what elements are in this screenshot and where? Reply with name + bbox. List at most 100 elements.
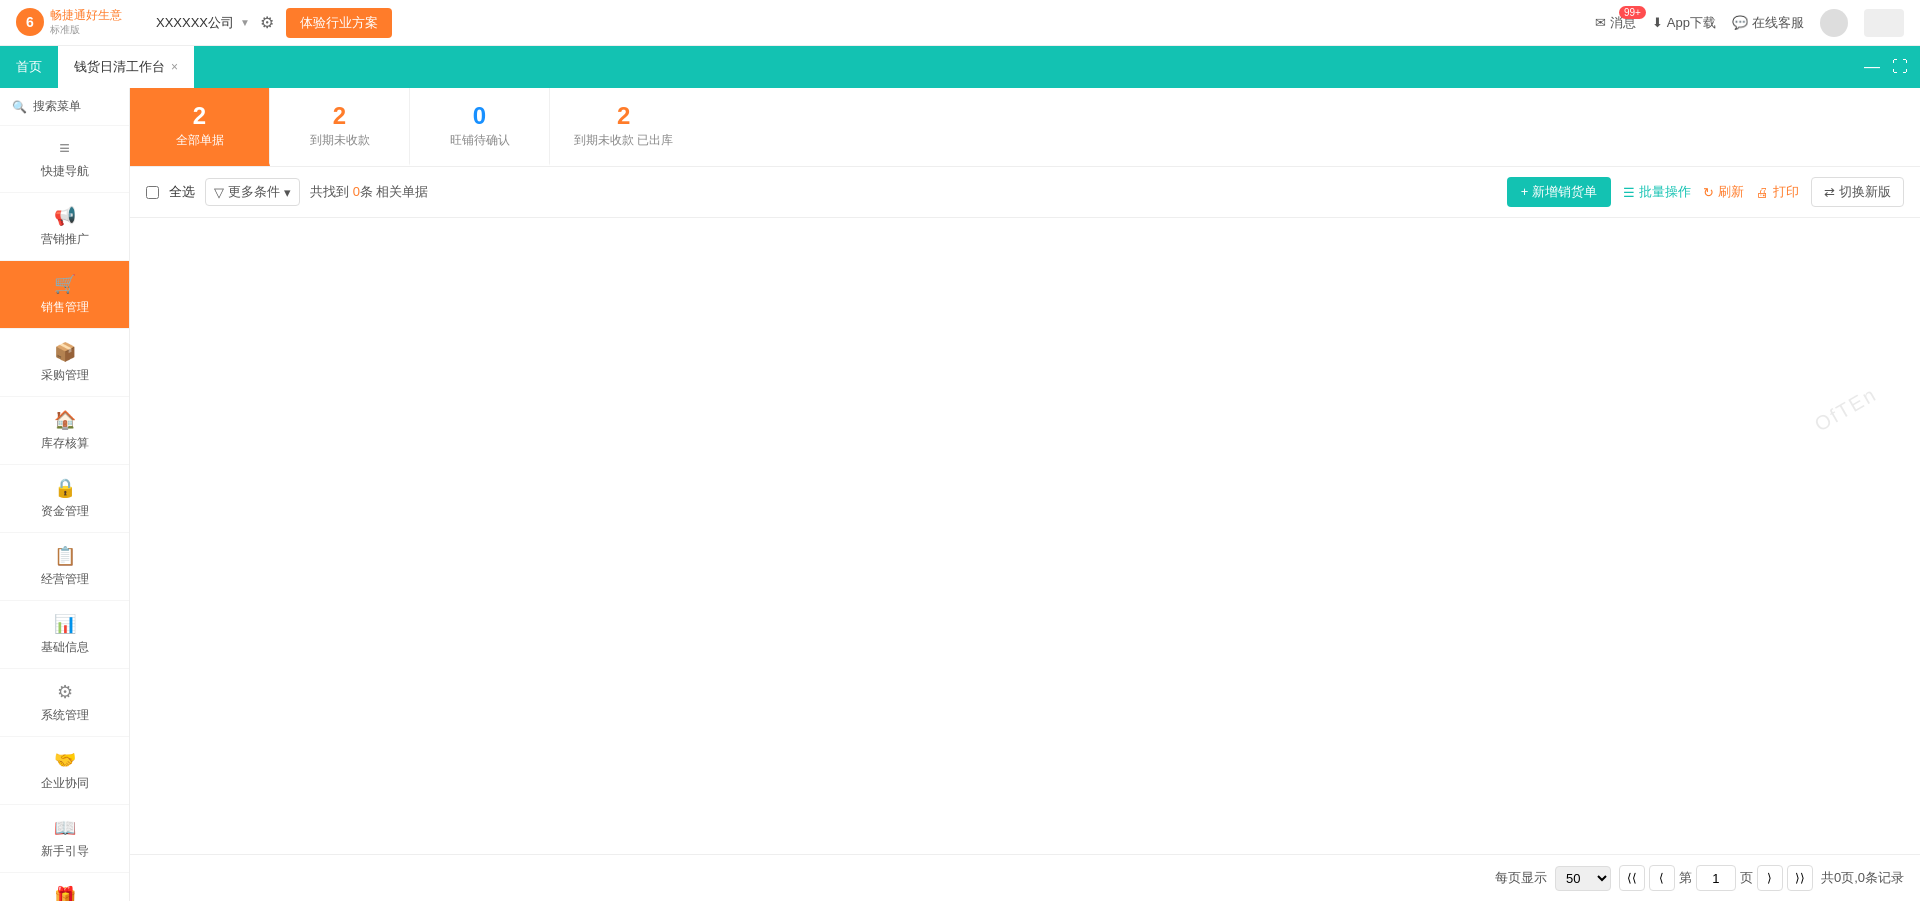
stat-wangpu-confirm-label: 旺铺待确认 bbox=[434, 132, 525, 149]
logo-name: 畅捷通好生意 bbox=[50, 8, 122, 22]
sidebar-search[interactable]: 🔍 搜索菜单 bbox=[0, 88, 129, 126]
page-suffix: 页 bbox=[1740, 869, 1753, 887]
stat-overdue-out[interactable]: 2 到期未收款 已出库 bbox=[550, 88, 697, 166]
switch-label: 切换新版 bbox=[1839, 183, 1891, 201]
new-sales-btn[interactable]: + 新增销货单 bbox=[1507, 177, 1611, 207]
page-prefix: 第 bbox=[1679, 869, 1692, 887]
per-page-select[interactable]: 50 20 100 bbox=[1555, 866, 1611, 891]
page-prev-btn[interactable]: ⟨ bbox=[1649, 865, 1675, 891]
stat-overdue-unpaid-num: 2 bbox=[294, 102, 385, 130]
page-next-btn[interactable]: ⟩ bbox=[1757, 865, 1783, 891]
refresh-icon: ↻ bbox=[1703, 185, 1714, 200]
finance-icon: 🔒 bbox=[54, 477, 76, 499]
sidebar-item-enterprise[interactable]: 🤝 企业协同 bbox=[0, 737, 129, 805]
page-input[interactable] bbox=[1696, 865, 1736, 891]
stat-overdue-out-num: 2 bbox=[574, 102, 673, 130]
guide-icon: 📖 bbox=[54, 817, 76, 839]
footer-bar: 每页显示 50 20 100 ⟨⟨ ⟨ 第 页 ⟩ ⟩⟩ 共0页,0条记录 bbox=[130, 854, 1920, 901]
tab-expand-icon[interactable]: ⛶ bbox=[1888, 54, 1912, 80]
sidebar-item-label: 快捷导航 bbox=[41, 163, 89, 180]
inventory-icon: 🏠 bbox=[54, 409, 76, 431]
tab-home[interactable]: 首页 bbox=[0, 46, 58, 88]
sidebar-item-label: 采购管理 bbox=[41, 367, 89, 384]
sidebar-item-quick-nav[interactable]: ≡ 快捷导航 bbox=[0, 126, 129, 193]
total-records: 共0页,0条记录 bbox=[1821, 869, 1904, 887]
sidebar-item-inventory[interactable]: 🏠 库存核算 bbox=[0, 397, 129, 465]
logo-tag: 标准版 bbox=[50, 23, 122, 37]
table-area: OfTEn bbox=[130, 218, 1920, 854]
select-all-checkbox[interactable] bbox=[146, 186, 159, 199]
sidebar-item-label: 资金管理 bbox=[41, 503, 89, 520]
user-name-area bbox=[1864, 9, 1904, 37]
basic-info-icon: 📊 bbox=[54, 613, 76, 635]
batch-btn[interactable]: ☰ 批量操作 bbox=[1623, 183, 1691, 201]
batch-icon: ☰ bbox=[1623, 185, 1635, 200]
filter-dropdown-icon: ▾ bbox=[284, 185, 291, 200]
stat-overdue-out-label: 到期未收款 已出库 bbox=[574, 132, 673, 149]
tab-close-icon[interactable]: × bbox=[171, 60, 178, 74]
per-page-label: 每页显示 bbox=[1495, 869, 1547, 887]
sidebar-search-label: 搜索菜单 bbox=[33, 98, 81, 115]
sidebar-item-label: 基础信息 bbox=[41, 639, 89, 656]
company-name: XXXXXX公司 bbox=[156, 14, 234, 32]
messages-badge: 99+ bbox=[1619, 6, 1646, 19]
content-area: 2 全部单据 2 到期未收款 0 旺铺待确认 2 到期未收款 已出库 全选 ▽ … bbox=[130, 88, 1920, 901]
toolbar-count: 共找到 0条 相关单据 bbox=[310, 183, 428, 201]
refresh-btn[interactable]: ↻ 刷新 bbox=[1703, 183, 1744, 201]
online-service-btn[interactable]: 💬 在线客服 bbox=[1732, 14, 1804, 32]
nav-tabs: 首页 钱货日清工作台 × — ⛶ bbox=[0, 46, 1920, 88]
sidebar-item-finance[interactable]: 🔒 资金管理 bbox=[0, 465, 129, 533]
toolbar-row: 全选 ▽ 更多条件 ▾ 共找到 0条 相关单据 + 新增销货单 ☰ 批量操作 ↻… bbox=[130, 167, 1920, 218]
tab-minimize-icon[interactable]: — bbox=[1860, 54, 1884, 80]
select-all-label: 全选 bbox=[169, 183, 195, 201]
settings-icon[interactable]: ⚙ bbox=[260, 13, 274, 32]
page-nav: ⟨⟨ ⟨ 第 页 ⟩ ⟩⟩ bbox=[1619, 865, 1813, 891]
messages-btn[interactable]: ✉ 消息 99+ bbox=[1595, 14, 1636, 32]
top-header: 6 畅捷通好生意 标准版 XXXXXX公司 ▼ ⚙ 体验行业方案 ✉ 消息 99… bbox=[0, 0, 1920, 46]
stat-overdue-unpaid[interactable]: 2 到期未收款 bbox=[270, 88, 410, 166]
sales-icon: 🛒 bbox=[54, 273, 76, 295]
sidebar-item-purchase[interactable]: 📦 采购管理 bbox=[0, 329, 129, 397]
toolbar-right: + 新增销货单 ☰ 批量操作 ↻ 刷新 🖨 打印 ⇄ 切换新版 bbox=[1507, 177, 1904, 207]
sidebar-item-operations[interactable]: 📋 经营管理 bbox=[0, 533, 129, 601]
sidebar-item-system[interactable]: ⚙ 系统管理 bbox=[0, 669, 129, 737]
print-label: 打印 bbox=[1773, 183, 1799, 201]
main-layout: 🔍 搜索菜单 ≡ 快捷导航 📢 营销推广 🛒 销售管理 📦 采购管理 🏠 库存核… bbox=[0, 88, 1920, 901]
company-selector[interactable]: XXXXXX公司 ▼ bbox=[156, 14, 250, 32]
sidebar-item-label: 系统管理 bbox=[41, 707, 89, 724]
tab-workbench[interactable]: 钱货日清工作台 × bbox=[58, 46, 194, 88]
sidebar-item-basic-info[interactable]: 📊 基础信息 bbox=[0, 601, 129, 669]
app-download-btn[interactable]: ⬇ App下载 bbox=[1652, 14, 1716, 32]
sidebar-item-label: 新手引导 bbox=[41, 843, 89, 860]
tab-workbench-label: 钱货日清工作台 bbox=[74, 58, 165, 76]
count-num: 0 bbox=[353, 184, 360, 199]
sidebar-item-label: 营销推广 bbox=[41, 231, 89, 248]
sidebar: 🔍 搜索菜单 ≡ 快捷导航 📢 营销推广 🛒 销售管理 📦 采购管理 🏠 库存核… bbox=[0, 88, 130, 901]
sidebar-item-guide[interactable]: 📖 新手引导 bbox=[0, 805, 129, 873]
sidebar-item-app-center[interactable]: 🎁 应用中心 bbox=[0, 873, 129, 901]
sidebar-item-sales[interactable]: 🛒 销售管理 bbox=[0, 261, 129, 329]
stat-all[interactable]: 2 全部单据 bbox=[130, 88, 270, 166]
switch-version-btn[interactable]: ⇄ 切换新版 bbox=[1811, 177, 1904, 207]
sidebar-item-label: 经营管理 bbox=[41, 571, 89, 588]
avatar[interactable] bbox=[1820, 9, 1848, 37]
tab-home-label: 首页 bbox=[16, 58, 42, 76]
switch-icon: ⇄ bbox=[1824, 185, 1835, 200]
stat-wangpu-confirm[interactable]: 0 旺铺待确认 bbox=[410, 88, 550, 166]
experience-btn[interactable]: 体验行业方案 bbox=[286, 8, 392, 38]
filter-btn[interactable]: ▽ 更多条件 ▾ bbox=[205, 178, 300, 206]
stat-all-label: 全部单据 bbox=[154, 132, 245, 149]
quick-nav-icon: ≡ bbox=[59, 138, 70, 159]
watermark: OfTEn bbox=[1811, 383, 1881, 437]
page-first-btn[interactable]: ⟨⟨ bbox=[1619, 865, 1645, 891]
online-service-label: 在线客服 bbox=[1752, 14, 1804, 32]
system-icon: ⚙ bbox=[57, 681, 73, 703]
logo-area: 6 畅捷通好生意 标准版 bbox=[16, 8, 146, 36]
enterprise-icon: 🤝 bbox=[54, 749, 76, 771]
page-last-btn[interactable]: ⟩⟩ bbox=[1787, 865, 1813, 891]
sidebar-item-marketing[interactable]: 📢 营销推广 bbox=[0, 193, 129, 261]
print-icon: 🖨 bbox=[1756, 185, 1769, 200]
header-right: ✉ 消息 99+ ⬇ App下载 💬 在线客服 bbox=[1595, 9, 1904, 37]
print-btn[interactable]: 🖨 打印 bbox=[1756, 183, 1799, 201]
purchase-icon: 📦 bbox=[54, 341, 76, 363]
